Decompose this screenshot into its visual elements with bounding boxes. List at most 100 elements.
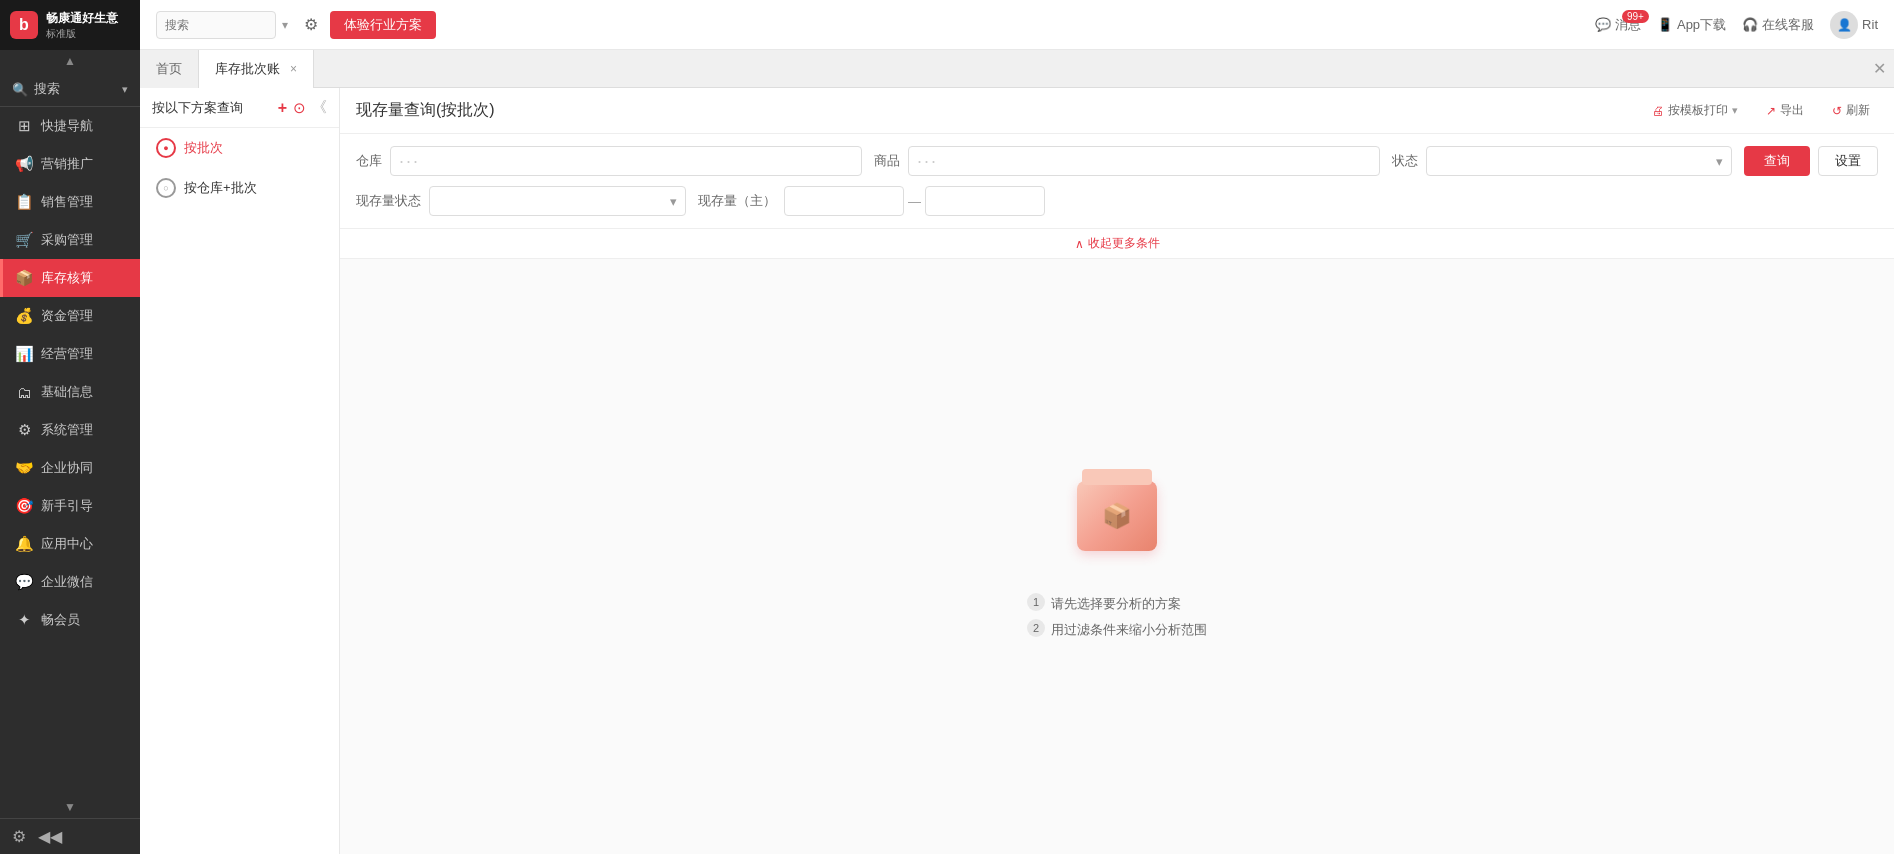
filter-stock-status: 现存量状态 ▾ — [356, 186, 686, 216]
stock-quantity-label: 现存量（主） — [698, 192, 776, 210]
goods-input[interactable]: ··· — [908, 146, 1380, 176]
home-tab-label: 首页 — [156, 60, 182, 78]
left-panel-title: 按以下方案查询 — [152, 99, 243, 117]
refresh-icon: ↺ — [1832, 104, 1842, 118]
sidebar-item-sales-label: 销售管理 — [41, 193, 93, 211]
tab-area-close-icon[interactable]: ✕ — [1873, 59, 1886, 78]
content-area: 按以下方案查询 + ⊙ 《 ● 按批次 ○ 按仓库+批次 现存量查询(按批次) — [140, 88, 1894, 854]
topbar: ▾ ⚙ 体验行业方案 💬 消息 99+ 📱 App下载 🎧 在线客服 👤 Rit — [140, 0, 1894, 50]
settings-bottom-icon[interactable]: ⚙ — [12, 827, 26, 846]
sidebar-item-inventory[interactable]: 📦 库存核算 — [0, 259, 140, 297]
sidebar-item-corpwechat[interactable]: 💬 企业微信 — [0, 563, 140, 601]
step-1-num: 1 — [1027, 593, 1045, 611]
topbar-gear-icon[interactable]: ⚙ — [304, 15, 318, 34]
left-panel-collapse-icon[interactable]: 《 — [312, 98, 327, 117]
message-badge: 99+ — [1622, 10, 1649, 23]
stock-quantity-max-input[interactable] — [925, 186, 1045, 216]
empty-text: 1 请先选择要分析的方案 2 用过滤条件来缩小分析范围 — [1027, 591, 1207, 643]
sidebar-search-label: 搜索 — [34, 80, 60, 98]
online-service-action[interactable]: 🎧 在线客服 — [1742, 16, 1814, 34]
sidebar-item-vip[interactable]: ✦ 畅会员 — [0, 601, 140, 639]
avatar: 👤 — [1830, 11, 1858, 39]
app-download-label: App下载 — [1677, 16, 1726, 34]
stock-status-chevron-icon: ▾ — [670, 194, 677, 209]
topbar-search-area: ▾ — [156, 11, 288, 39]
newguide-icon: 🎯 — [15, 497, 33, 515]
sidebar-item-collab-label: 企业协同 — [41, 459, 93, 477]
sidebar-scroll-up[interactable]: ▲ — [0, 50, 140, 72]
tab-close-icon[interactable]: × — [290, 62, 297, 76]
message-icon: 💬 — [1595, 17, 1611, 32]
sidebar-item-operations[interactable]: 📊 经营管理 — [0, 335, 140, 373]
sidebar-item-collab[interactable]: 🤝 企业协同 — [0, 449, 140, 487]
refresh-button[interactable]: ↺ 刷新 — [1824, 98, 1878, 123]
tab-inventory-batch[interactable]: 库存批次账 × — [199, 50, 314, 88]
print-chevron-icon: ▾ — [1732, 104, 1738, 117]
filter-warehouse: 仓库 ··· — [356, 146, 862, 176]
plan-batch-icon: ● — [156, 138, 176, 158]
sidebar-item-purchase[interactable]: 🛒 采购管理 — [0, 221, 140, 259]
warehouse-input[interactable]: ··· — [390, 146, 862, 176]
topbar-search-chevron-icon[interactable]: ▾ — [282, 18, 288, 32]
trial-button[interactable]: 体验行业方案 — [330, 11, 436, 39]
export-button[interactable]: ↗ 导出 — [1758, 98, 1812, 123]
filter-row-1: 仓库 ··· 商品 ··· 状态 — [356, 146, 1878, 176]
stock-quantity-min-input[interactable] — [784, 186, 904, 216]
stock-status-select[interactable]: ▾ — [429, 186, 686, 216]
sidebar-item-inventory-label: 库存核算 — [41, 269, 93, 287]
sidebar-item-sales[interactable]: 📋 销售管理 — [0, 183, 140, 221]
sidebar-item-basics-label: 基础信息 — [41, 383, 93, 401]
basics-icon: 🗂 — [15, 384, 33, 401]
plan-item-warehouse-batch[interactable]: ○ 按仓库+批次 — [140, 168, 339, 208]
collapse-sidebar-icon[interactable]: ◀◀ — [38, 827, 62, 846]
sidebar-title-block: 畅康通好生意 标准版 — [46, 10, 118, 41]
sidebar: b 畅康通好生意 标准版 ▲ 🔍 搜索 ▾ ⊞ 快捷导航 📢 营销推广 📋 销售… — [0, 0, 140, 854]
empty-box-icon: 📦 — [1077, 481, 1157, 551]
plan-item-batch[interactable]: ● 按批次 — [140, 128, 339, 168]
quicknav-icon: ⊞ — [15, 117, 33, 135]
filter-area: 仓库 ··· 商品 ··· 状态 — [340, 134, 1894, 229]
sidebar-scroll-down[interactable]: ▼ — [0, 796, 140, 818]
print-button[interactable]: 🖨 按模板打印 ▾ — [1644, 98, 1746, 123]
sidebar-item-finance-label: 资金管理 — [41, 307, 93, 325]
tab-home[interactable]: 首页 — [140, 50, 199, 88]
sidebar-item-newguide-label: 新手引导 — [41, 497, 93, 515]
sidebar-item-operations-label: 经营管理 — [41, 345, 93, 363]
sidebar-item-newguide[interactable]: 🎯 新手引导 — [0, 487, 140, 525]
empty-face-icon: 📦 — [1102, 502, 1132, 530]
filter-goods: 商品 ··· — [874, 146, 1380, 176]
messages-action[interactable]: 💬 消息 99+ — [1595, 16, 1641, 34]
sidebar-item-quicknav[interactable]: ⊞ 快捷导航 — [0, 107, 140, 145]
step-2-num: 2 — [1027, 619, 1045, 637]
left-panel-header: 按以下方案查询 + ⊙ 《 — [140, 88, 339, 128]
sidebar-item-marketing[interactable]: 📢 营销推广 — [0, 145, 140, 183]
sidebar-item-basics[interactable]: 🗂 基础信息 — [0, 373, 140, 411]
add-plan-icon[interactable]: + — [278, 99, 287, 117]
username-label: Rit — [1862, 17, 1878, 32]
inventory-batch-tab-label: 库存批次账 — [215, 60, 280, 78]
main-content: 现存量查询(按批次) 🖨 按模板打印 ▾ ↗ 导出 ↺ 刷新 — [340, 88, 1894, 854]
plan-settings-icon[interactable]: ⊙ — [293, 99, 306, 117]
settings-button[interactable]: 设置 — [1818, 146, 1878, 176]
filter-status: 状态 ▾ — [1392, 146, 1732, 176]
topbar-actions: 💬 消息 99+ 📱 App下载 🎧 在线客服 👤 Rit — [1595, 11, 1878, 39]
stock-quantity-dash: — — [904, 194, 925, 209]
collapse-more-conditions[interactable]: ∧ 收起更多条件 — [340, 229, 1894, 259]
step-2-text: 用过滤条件来缩小分析范围 — [1051, 617, 1207, 643]
goods-label: 商品 — [874, 152, 900, 170]
status-chevron-icon: ▾ — [1716, 154, 1723, 169]
sidebar-item-finance[interactable]: 💰 资金管理 — [0, 297, 140, 335]
sidebar-item-system-label: 系统管理 — [41, 421, 93, 439]
sidebar-bottom: ⚙ ◀◀ — [0, 818, 140, 854]
status-select[interactable]: ▾ — [1426, 146, 1732, 176]
app-download-action[interactable]: 📱 App下载 — [1657, 16, 1726, 34]
empty-step-1: 1 请先选择要分析的方案 — [1027, 591, 1207, 617]
sidebar-search[interactable]: 🔍 搜索 ▾ — [0, 72, 140, 107]
sales-icon: 📋 — [15, 193, 33, 211]
sidebar-item-system[interactable]: ⚙ 系统管理 — [0, 411, 140, 449]
sidebar-item-appcenter[interactable]: 🔔 应用中心 — [0, 525, 140, 563]
vip-icon: ✦ — [15, 611, 33, 629]
topbar-search-input[interactable] — [156, 11, 276, 39]
user-profile-action[interactable]: 👤 Rit — [1830, 11, 1878, 39]
query-button[interactable]: 查询 — [1744, 146, 1810, 176]
